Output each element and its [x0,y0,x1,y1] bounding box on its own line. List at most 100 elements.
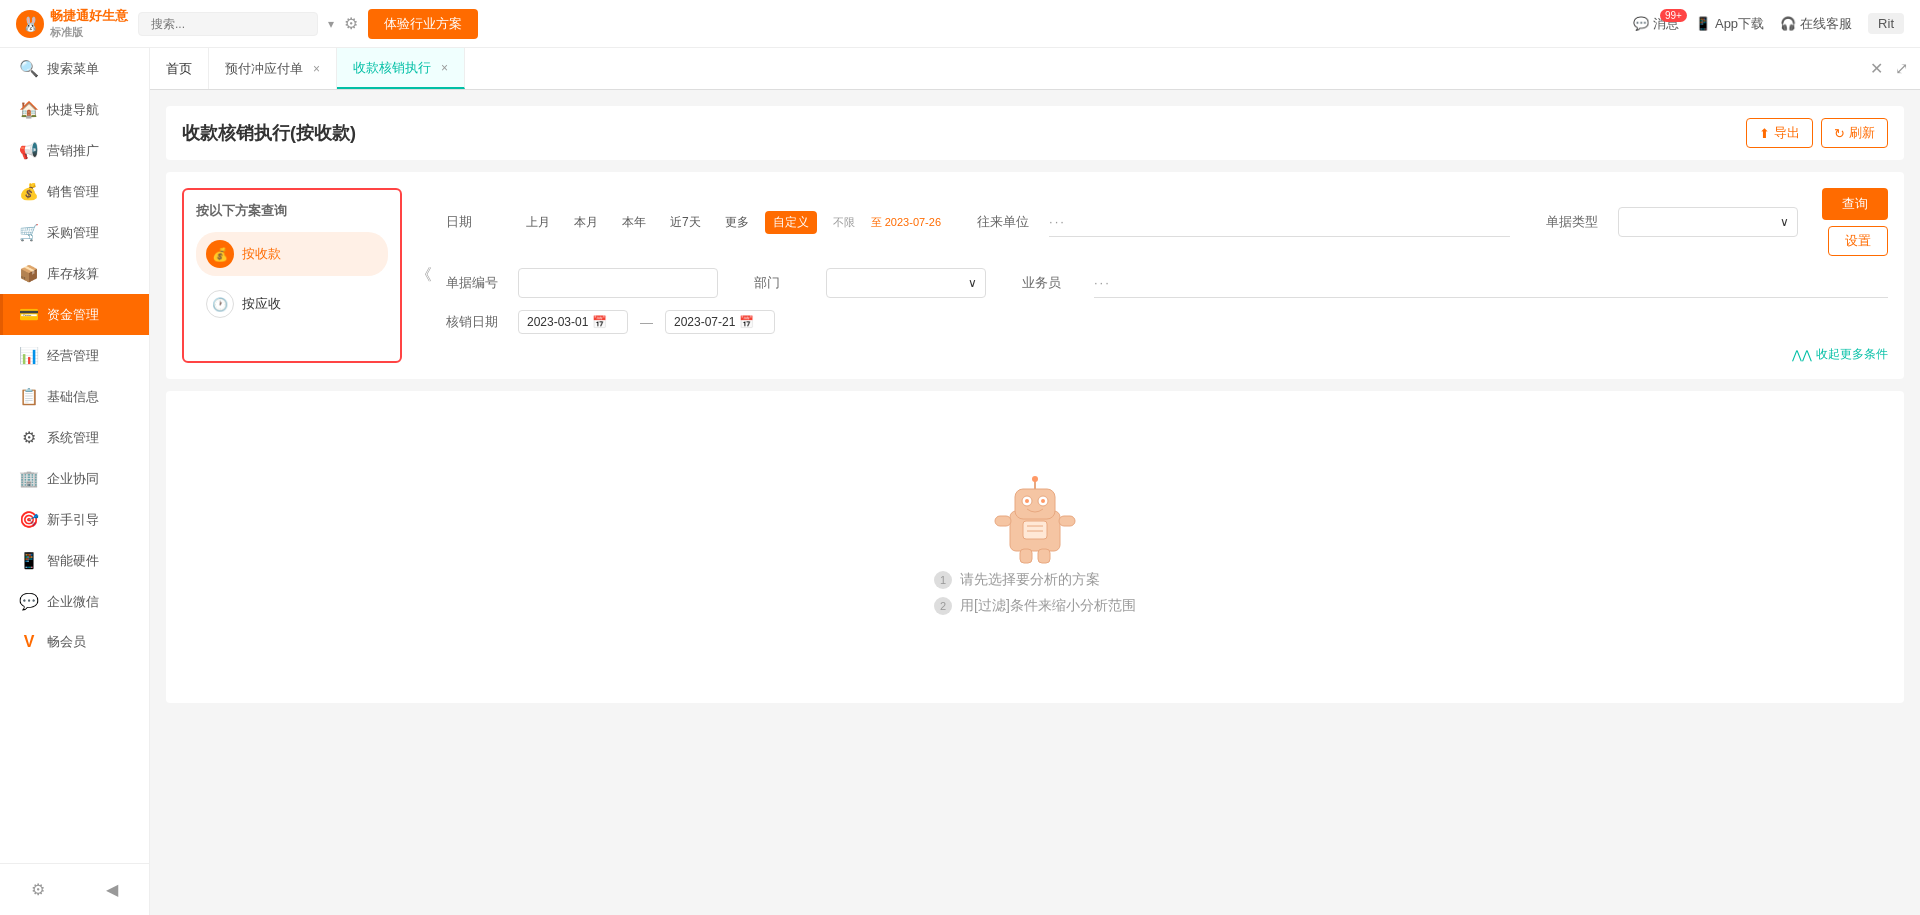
message-button[interactable]: 💬 消息 99+ [1633,15,1679,33]
industry-solution-button[interactable]: 体验行业方案 [368,9,478,39]
date-btn-custom[interactable]: 自定义 [765,211,817,234]
sidebar-collapse-icon[interactable]: ◀ [100,874,124,905]
tab-receipt-writeoff[interactable]: 收款核销执行 × [337,48,465,89]
empty-tip-2: 2 用[过滤]条件来缩小分析范围 [934,597,1136,615]
marketing-icon: 📢 [19,141,39,160]
writeoff-start-date-input[interactable]: 2023-03-01 📅 [518,310,628,334]
topbar-left: 🐰 畅捷通好生意 标准版 ▾ ⚙ 体验行业方案 [16,7,1633,40]
sidebar-item-inventory[interactable]: 📦 库存核算 [0,253,149,294]
sidebar-item-purchase[interactable]: 🛒 采购管理 [0,212,149,253]
app-name: 畅捷通好生意 [50,7,128,25]
sidebar-bottom: ⚙ ◀ [0,863,149,915]
query-button[interactable]: 查询 [1822,188,1888,220]
page-header-actions: ⬆ 导出 ↻ 刷新 [1746,118,1888,148]
tab-prepay[interactable]: 预付冲应付单 × [209,48,337,89]
app-download-button[interactable]: 📱 App下载 [1695,15,1764,33]
bill-no-label: 单据编号 [446,274,506,292]
svg-point-5 [1041,499,1045,503]
topbar-search-input[interactable] [138,12,318,36]
svg-rect-9 [1059,516,1075,526]
tab-receipt-writeoff-close-icon[interactable]: × [441,61,448,75]
sidebar-item-label: 畅会员 [47,633,86,651]
calendar-end-icon: 📅 [739,315,754,329]
member-icon: V [19,633,39,651]
collapse-more-button[interactable]: ⋀⋀ 收起更多条件 [446,346,1888,363]
export-icon: ⬆ [1759,126,1770,141]
refresh-icon: ↻ [1834,126,1845,141]
bill-type-label: 单据类型 [1546,213,1606,231]
writeoff-date-label: 核销日期 [446,313,506,331]
bill-no-input[interactable] [518,268,718,298]
sidebar-item-member[interactable]: V 畅会员 [0,622,149,662]
topbar-gear-icon[interactable]: ⚙ [344,14,358,33]
tip-2-text: 用[过滤]条件来缩小分析范围 [960,597,1136,615]
date-btn-more[interactable]: 更多 [717,211,757,234]
content-area: 首页 预付冲应付单 × 收款核销执行 × ✕ ⤢ 收款核销执行(按收款) [150,48,1920,915]
counterpart-field[interactable]: ··· [1049,207,1510,237]
app-download-icon: 📱 [1695,16,1711,31]
salesperson-label: 业务员 [1022,274,1082,292]
salesperson-field[interactable]: ··· [1094,268,1888,298]
date-btn-7days[interactable]: 近7天 [662,211,709,234]
filter-sidebar-collapse-button[interactable]: 《 [414,188,434,363]
sidebar-item-label: 经营管理 [47,347,99,365]
tab-home[interactable]: 首页 [150,48,209,89]
page-title: 收款核销执行(按收款) [182,121,356,145]
sidebar: 🔍 搜索菜单 🏠 快捷导航 📢 营销推广 💰 销售管理 🛒 采购管理 📦 库存核… [0,48,150,915]
enterprise-icon: 🏢 [19,469,39,488]
date-btn-last-month[interactable]: 上月 [518,211,558,234]
writeoff-start-date-value: 2023-03-01 [527,315,588,329]
sidebar-item-marketing[interactable]: 📢 营销推广 [0,130,149,171]
sidebar-item-label: 销售管理 [47,183,99,201]
collapse-more-label: 收起更多条件 [1816,346,1888,363]
sidebar-item-system[interactable]: ⚙ 系统管理 [0,417,149,458]
sidebar-item-quick-nav[interactable]: 🏠 快捷导航 [0,89,149,130]
tab-close-all-icon[interactable]: ✕ [1866,55,1887,82]
purchase-icon: 🛒 [19,223,39,242]
sidebar-item-label: 基础信息 [47,388,99,406]
sidebar-item-enterprise[interactable]: 🏢 企业协同 [0,458,149,499]
user-profile-button[interactable]: Rit [1868,13,1904,34]
tab-expand-icon[interactable]: ⤢ [1891,55,1912,82]
sidebar-item-hardware[interactable]: 📱 智能硬件 [0,540,149,581]
sidebar-item-label: 新手引导 [47,511,99,529]
tip-1-number: 1 [934,571,952,589]
sidebar-settings-icon[interactable]: ⚙ [25,874,51,905]
date-btn-this-year[interactable]: 本年 [614,211,654,234]
writeoff-end-date-input[interactable]: 2023-07-21 📅 [665,310,775,334]
page-content: 收款核销执行(按收款) ⬆ 导出 ↻ 刷新 按以下方案查询 [150,90,1920,915]
sidebar-item-search-menu[interactable]: 🔍 搜索菜单 [0,48,149,89]
writeoff-end-date-value: 2023-07-21 [674,315,735,329]
department-select[interactable]: ∨ [826,268,986,298]
operations-icon: 📊 [19,346,39,365]
sidebar-item-wechat[interactable]: 💬 企业微信 [0,581,149,622]
salesperson-dots-icon: ··· [1094,275,1111,290]
date-btn-this-month[interactable]: 本月 [566,211,606,234]
sidebar-item-guide[interactable]: 🎯 新手引导 [0,499,149,540]
filter-option-by-receivable[interactable]: 🕐 按应收 [196,282,388,326]
date-field-label: 日期 [446,213,506,231]
sidebar-item-finance[interactable]: 💳 资金管理 [0,294,149,335]
topbar-search-chevron-icon[interactable]: ▾ [328,17,334,31]
date-to-label: 至 2023-07-26 [871,215,941,230]
bill-type-select[interactable]: ∨ [1618,207,1798,237]
calendar-icon: 📅 [592,315,607,329]
sidebar-item-sales[interactable]: 💰 销售管理 [0,171,149,212]
app-edition: 标准版 [50,25,128,40]
sidebar-item-basic-info[interactable]: 📋 基础信息 [0,376,149,417]
message-badge: 99+ [1660,9,1687,22]
refresh-button[interactable]: ↻ 刷新 [1821,118,1888,148]
sidebar-item-label: 营销推广 [47,142,99,160]
export-button[interactable]: ⬆ 导出 [1746,118,1813,148]
online-service-button[interactable]: 🎧 在线客服 [1780,15,1852,33]
filter-option-by-receipt[interactable]: 💰 按收款 [196,232,388,276]
settings-button[interactable]: 设置 [1828,226,1888,256]
sidebar-item-label: 库存核算 [47,265,99,283]
logo-icon: 🐰 [16,10,44,38]
filter-row-date: 日期 上月 本月 本年 近7天 更多 自定义 不限 至 2023-07-26 往 [446,188,1888,256]
system-icon: ⚙ [19,428,39,447]
tab-prepay-close-icon[interactable]: × [313,62,320,76]
collapse-icon: 《 [416,265,432,286]
sidebar-item-operations[interactable]: 📊 经营管理 [0,335,149,376]
tab-bar: 首页 预付冲应付单 × 收款核销执行 × ✕ ⤢ [150,48,1920,90]
